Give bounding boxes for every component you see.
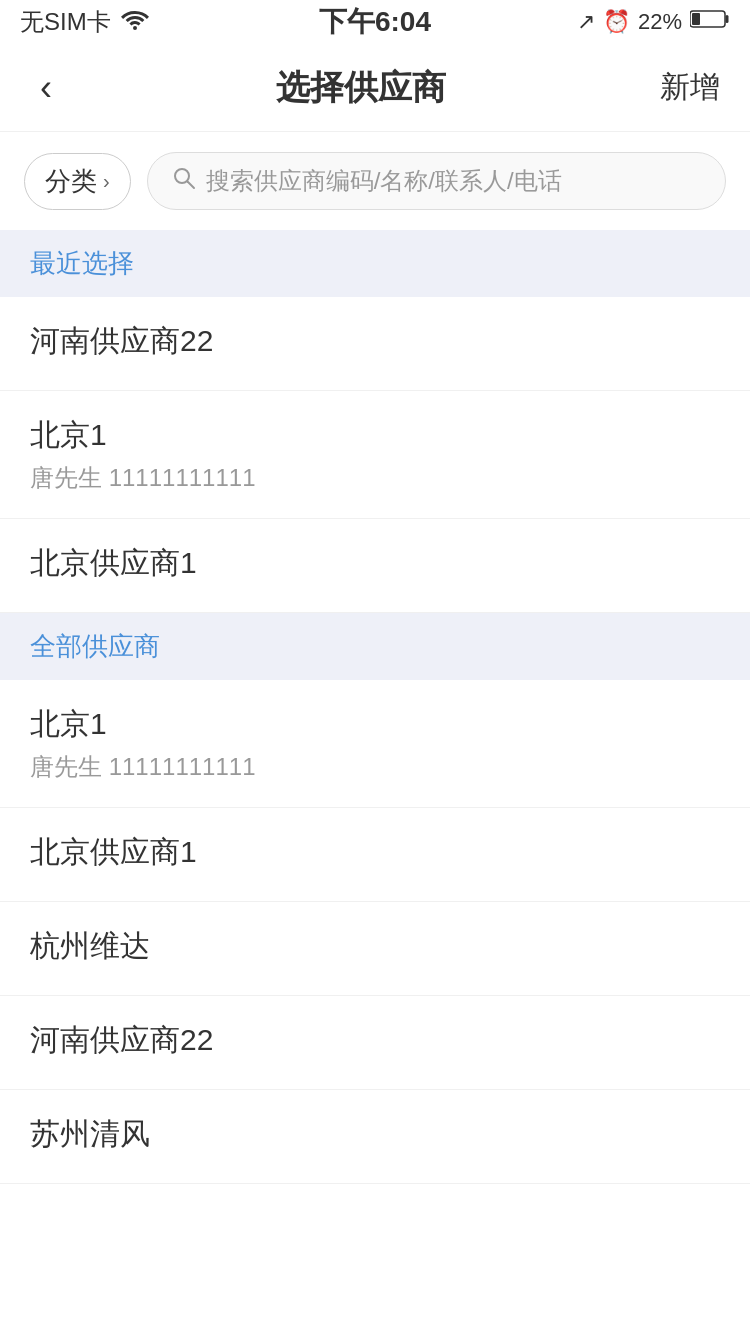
item-name: 杭州维达 bbox=[30, 926, 720, 967]
recent-items-list: 河南供应商22 北京1 唐先生 11111111111 北京供应商1 bbox=[0, 297, 750, 613]
item-subtitle: 唐先生 11111111111 bbox=[30, 462, 720, 494]
status-bar: 无SIM卡 下午6:04 ↗ ⏰ 22% bbox=[0, 0, 750, 44]
recent-section-header: 最近选择 bbox=[0, 230, 750, 297]
item-name: 北京1 bbox=[30, 704, 720, 745]
back-button[interactable]: ‹ bbox=[30, 57, 62, 119]
item-name: 北京1 bbox=[30, 415, 720, 456]
nav-bar: ‹ 选择供应商 新增 bbox=[0, 44, 750, 132]
svg-rect-1 bbox=[726, 15, 729, 23]
list-item[interactable]: 河南供应商22 bbox=[0, 297, 750, 391]
item-name: 北京供应商1 bbox=[30, 543, 720, 584]
status-left: 无SIM卡 bbox=[20, 6, 149, 38]
search-placeholder: 搜索供应商编码/名称/联系人/电话 bbox=[206, 165, 562, 197]
page-title: 选择供应商 bbox=[276, 65, 446, 111]
list-item[interactable]: 北京供应商1 bbox=[0, 808, 750, 902]
chevron-right-icon: › bbox=[103, 170, 110, 193]
search-icon bbox=[172, 166, 196, 196]
list-item[interactable]: 苏州清风 bbox=[0, 1090, 750, 1184]
all-items-list: 北京1 唐先生 11111111111 北京供应商1 杭州维达河南供应商22 苏州清风 bbox=[0, 680, 750, 1184]
filter-bar: 分类 › 搜索供应商编码/名称/联系人/电话 bbox=[0, 132, 750, 230]
all-section-label: 全部供应商 bbox=[30, 631, 160, 661]
list-item[interactable]: 杭州维达 bbox=[0, 902, 750, 996]
alarm-icon: ⏰ bbox=[603, 9, 630, 35]
list-item[interactable]: 北京1 唐先生 11111111111 bbox=[0, 680, 750, 808]
carrier-text: 无SIM卡 bbox=[20, 6, 111, 38]
add-button[interactable]: 新增 bbox=[660, 67, 720, 108]
list-item[interactable]: 北京1 唐先生 11111111111 bbox=[0, 391, 750, 519]
status-time: 下午6:04 bbox=[319, 3, 431, 41]
svg-line-4 bbox=[187, 182, 194, 189]
item-name: 北京供应商1 bbox=[30, 832, 720, 873]
item-name: 河南供应商22 bbox=[30, 1020, 720, 1061]
list-item[interactable]: 北京供应商1 bbox=[0, 519, 750, 613]
all-section-header: 全部供应商 bbox=[0, 613, 750, 680]
status-right: ↗ ⏰ 22% bbox=[577, 9, 730, 35]
category-button[interactable]: 分类 › bbox=[24, 153, 131, 210]
search-box[interactable]: 搜索供应商编码/名称/联系人/电话 bbox=[147, 152, 726, 210]
wifi-icon bbox=[121, 8, 149, 36]
list-item[interactable]: 河南供应商22 bbox=[0, 996, 750, 1090]
recent-section-label: 最近选择 bbox=[30, 248, 134, 278]
item-name: 苏州清风 bbox=[30, 1114, 720, 1155]
battery-icon bbox=[690, 9, 730, 35]
category-label: 分类 bbox=[45, 164, 97, 199]
item-subtitle: 唐先生 11111111111 bbox=[30, 751, 720, 783]
location-icon: ↗ bbox=[577, 9, 595, 35]
svg-rect-2 bbox=[692, 13, 700, 25]
battery-text: 22% bbox=[638, 9, 682, 35]
item-name: 河南供应商22 bbox=[30, 321, 720, 362]
